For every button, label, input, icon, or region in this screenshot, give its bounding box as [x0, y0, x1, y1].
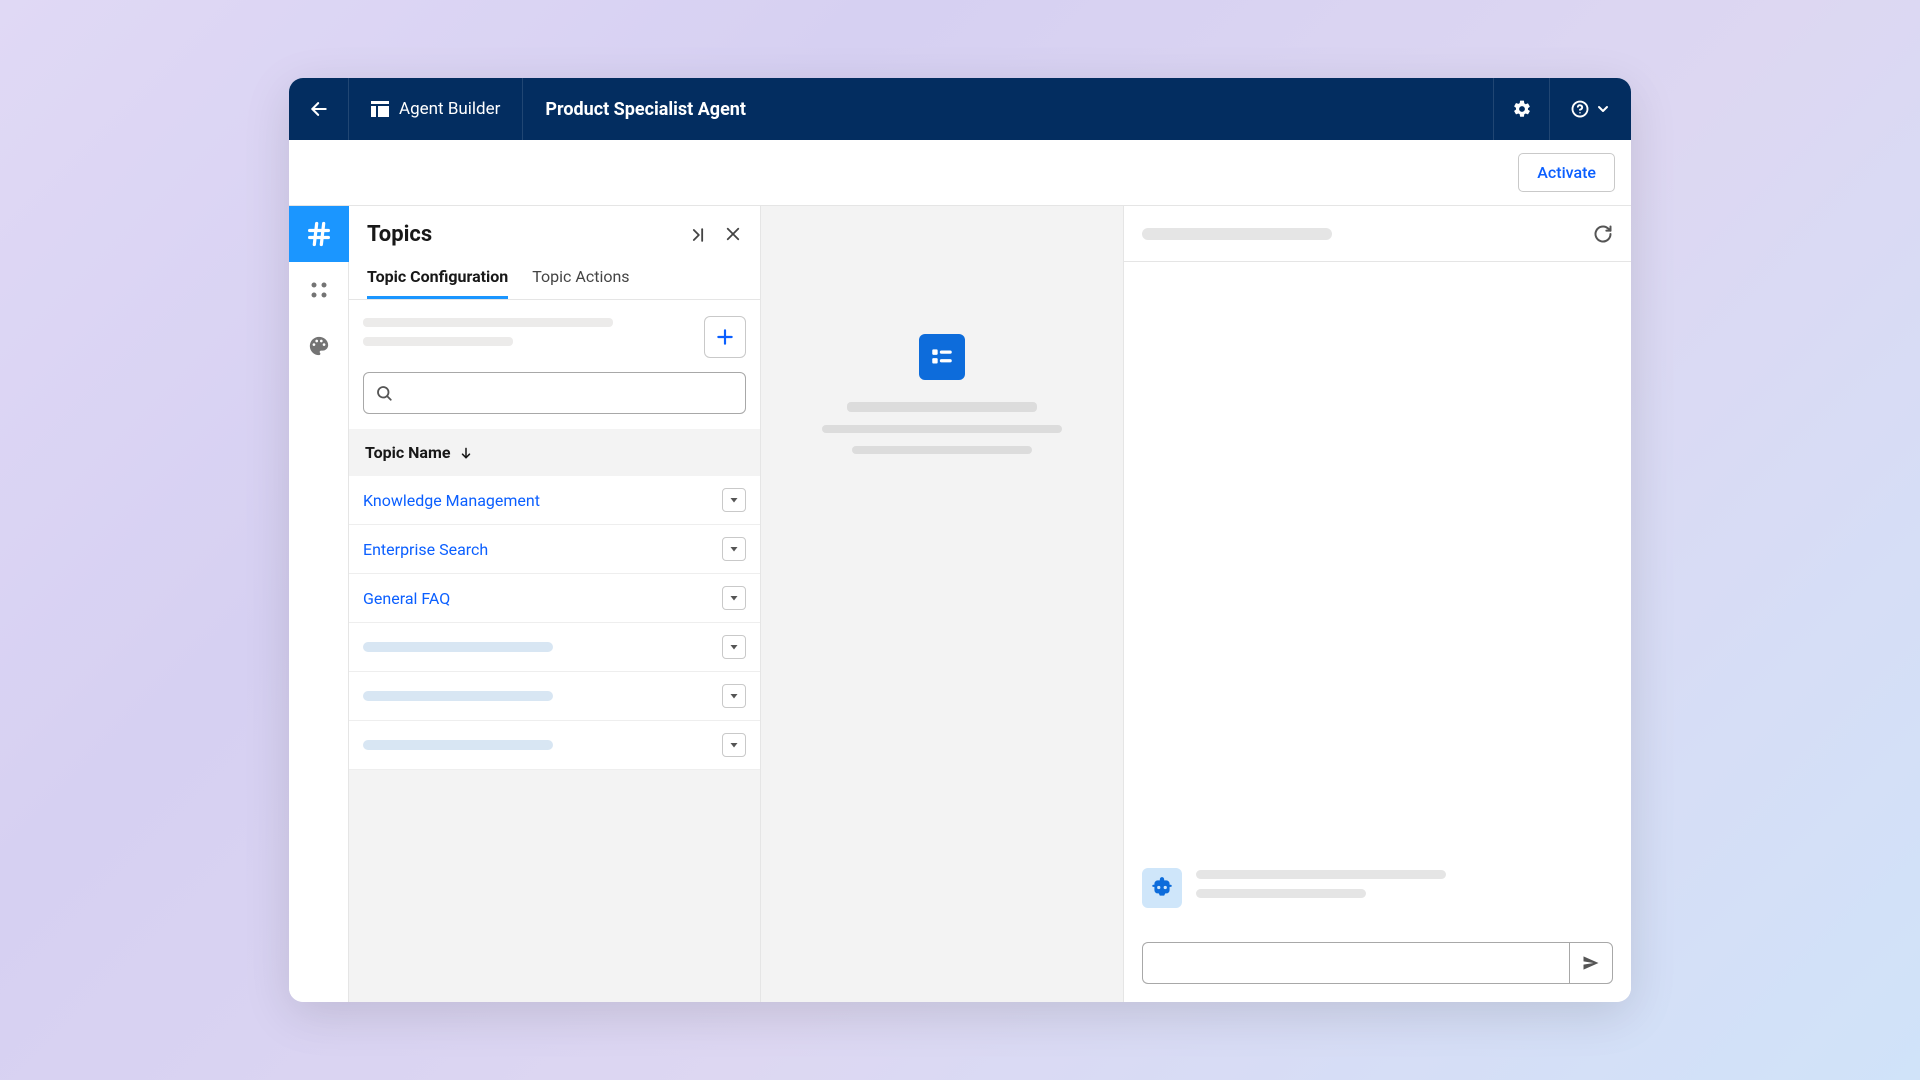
topics-table: Knowledge Management Enterprise Search G… — [349, 476, 760, 770]
topics-tabs: Topic Configuration Topic Actions — [367, 259, 742, 299]
chat-message — [1142, 868, 1613, 908]
refresh-icon — [1593, 224, 1613, 244]
search-icon — [375, 384, 393, 402]
activate-button[interactable]: Activate — [1518, 153, 1615, 192]
topics-panel: Topics Topic Configuration Topic Actions — [349, 206, 761, 1002]
description-skeleton — [363, 316, 692, 346]
palette-icon — [308, 335, 330, 357]
tab-topic-actions[interactable]: Topic Actions — [532, 259, 629, 299]
table-row-skeleton — [349, 721, 760, 770]
column-header-name: Topic Name — [365, 443, 451, 462]
tab-topic-configuration[interactable]: Topic Configuration — [367, 259, 508, 299]
chat-input[interactable] — [1142, 942, 1569, 984]
chat-body — [1124, 262, 1631, 924]
row-actions-button[interactable] — [722, 488, 746, 512]
rail-item-topics[interactable] — [289, 206, 349, 262]
arrow-left-icon — [309, 99, 329, 119]
table-row: Knowledge Management — [349, 476, 760, 525]
sort-down-icon — [459, 446, 473, 460]
caret-down-icon — [728, 690, 740, 702]
rail-item-apps[interactable] — [289, 262, 349, 318]
caret-down-icon — [728, 641, 740, 653]
row-actions-button[interactable] — [722, 733, 746, 757]
topics-header: Topics Topic Configuration Topic Actions — [349, 206, 760, 300]
row-actions-button[interactable] — [722, 537, 746, 561]
layout-icon — [371, 101, 389, 117]
app-window: Agent Builder Product Specialist Agent A… — [289, 78, 1631, 1002]
product-brand[interactable]: Agent Builder — [349, 78, 523, 140]
row-actions-button[interactable] — [722, 684, 746, 708]
product-label: Agent Builder — [399, 99, 500, 119]
send-icon — [1581, 953, 1601, 973]
search-wrap — [363, 372, 746, 414]
help-icon — [1571, 100, 1589, 118]
refresh-button[interactable] — [1593, 224, 1613, 244]
add-topic-button[interactable] — [704, 316, 746, 358]
center-skeleton — [822, 402, 1062, 454]
row-actions-button[interactable] — [722, 635, 746, 659]
settings-button[interactable] — [1493, 78, 1549, 140]
rail-item-theme[interactable] — [289, 318, 349, 374]
page-title: Product Specialist Agent — [523, 99, 1493, 120]
table-row: Enterprise Search — [349, 525, 760, 574]
content-icon-tile — [919, 334, 965, 380]
chat-panel — [1123, 206, 1631, 1002]
topics-body — [349, 300, 760, 430]
table-row: General FAQ — [349, 574, 760, 623]
chat-input-row — [1124, 924, 1631, 1002]
table-row-skeleton — [349, 672, 760, 721]
chevron-down-icon — [1595, 101, 1611, 117]
subbar: Activate — [289, 140, 1631, 206]
robot-icon — [1149, 875, 1175, 901]
topic-link[interactable]: General FAQ — [363, 589, 450, 608]
topic-link[interactable]: Enterprise Search — [363, 540, 488, 559]
close-panel-button[interactable] — [724, 225, 742, 245]
help-menu-button[interactable] — [1549, 78, 1631, 140]
plus-icon — [715, 327, 735, 347]
top-nav: Agent Builder Product Specialist Agent — [289, 78, 1631, 140]
main-area: Topics Topic Configuration Topic Actions — [289, 206, 1631, 1002]
chat-title-skeleton — [1142, 228, 1332, 240]
caret-down-icon — [728, 494, 740, 506]
close-icon — [724, 225, 742, 243]
table-header[interactable]: Topic Name — [349, 429, 760, 476]
left-rail — [289, 206, 349, 1002]
center-panel — [761, 206, 1123, 1002]
grid-icon — [309, 280, 329, 300]
send-button[interactable] — [1569, 942, 1613, 984]
agent-avatar — [1142, 868, 1182, 908]
caret-down-icon — [728, 543, 740, 555]
topics-title: Topics — [367, 222, 432, 247]
hash-icon — [305, 220, 333, 248]
top-nav-right — [1493, 78, 1631, 140]
back-button[interactable] — [289, 78, 349, 140]
collapse-panel-button[interactable] — [688, 225, 708, 245]
list-icon — [929, 344, 955, 370]
caret-down-icon — [728, 739, 740, 751]
table-row-skeleton — [349, 623, 760, 672]
chat-header — [1124, 206, 1631, 262]
collapse-right-icon — [688, 225, 708, 245]
search-input[interactable] — [363, 372, 746, 414]
topic-link[interactable]: Knowledge Management — [363, 491, 540, 510]
caret-down-icon — [728, 592, 740, 604]
row-actions-button[interactable] — [722, 586, 746, 610]
gear-icon — [1512, 99, 1532, 119]
